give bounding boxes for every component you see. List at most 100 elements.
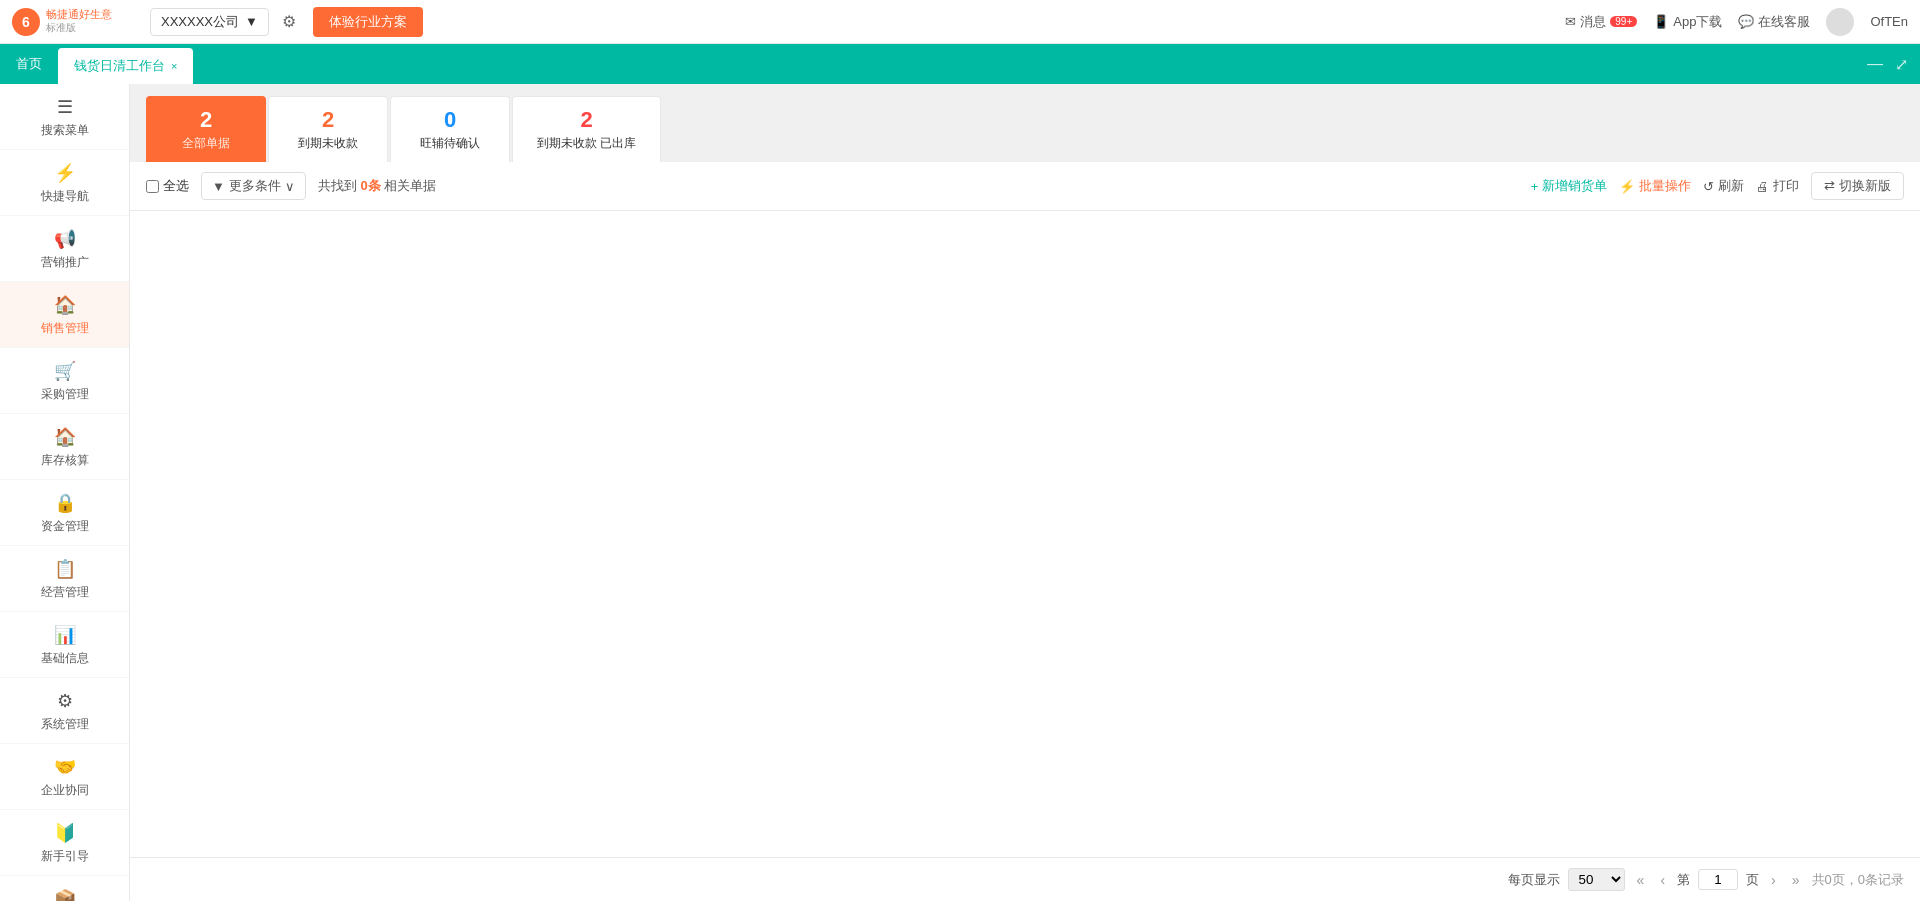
filter-label: 更多条件	[229, 177, 281, 195]
sidebar-item-label-basic-info: 基础信息	[41, 650, 89, 667]
add-order-button[interactable]: + 新增销货单	[1531, 177, 1608, 195]
sidebar-item-app-center[interactable]: 📦 应用中心	[0, 876, 129, 901]
trial-button[interactable]: 体验行业方案	[313, 7, 423, 37]
sidebar-item-operations[interactable]: 📋 经营管理	[0, 546, 129, 612]
stats-label-overdue: 到期未收款	[293, 135, 363, 152]
sidebar-item-label-funds: 资金管理	[41, 518, 89, 535]
company-name: XXXXXX公司	[161, 13, 239, 31]
sidebar-item-marketing[interactable]: 📢 营销推广	[0, 216, 129, 282]
dropdown-icon: ▼	[245, 14, 258, 29]
page-label: 第	[1677, 871, 1690, 889]
switch-label: 切换新版	[1839, 178, 1891, 193]
header-right: ✉ 消息 99+ 📱 App下载 💬 在线客服 OfTEn	[1565, 8, 1908, 36]
sidebar-item-enterprise[interactable]: 🤝 企业协同	[0, 744, 129, 810]
sidebar-item-search-menu[interactable]: ☰ 搜索菜单	[0, 84, 129, 150]
logo-area: 6 畅捷通好生意 标准版	[12, 8, 142, 36]
last-page-button[interactable]: »	[1788, 870, 1804, 890]
app-center-icon: 📦	[54, 888, 76, 901]
company-selector[interactable]: XXXXXX公司 ▼	[150, 8, 269, 36]
user-name: OfTEn	[1870, 14, 1908, 29]
found-count: 0条	[361, 178, 385, 193]
stats-tab-overdue[interactable]: 2 到期未收款	[268, 96, 388, 162]
sidebar-item-label-inventory: 库存核算	[41, 452, 89, 469]
print-label: 打印	[1773, 177, 1799, 195]
table-footer: 每页显示 50 20 100 « ‹ 第 页 › » 共0页，0条记录	[130, 857, 1920, 901]
select-all-checkbox[interactable]: 全选	[146, 177, 189, 195]
sidebar-item-label-guide: 新手引导	[41, 848, 89, 865]
message-button[interactable]: ✉ 消息 99+	[1565, 13, 1637, 31]
total-info: 共0页，0条记录	[1812, 871, 1904, 889]
filter-button[interactable]: ▼ 更多条件 ∨	[201, 172, 306, 200]
sidebar-item-quick-nav[interactable]: ⚡ 快捷导航	[0, 150, 129, 216]
switch-icon: ⇄	[1824, 178, 1835, 193]
refresh-icon: ↺	[1703, 179, 1714, 194]
message-badge: 99+	[1610, 16, 1637, 27]
per-page-label: 每页显示	[1508, 871, 1560, 889]
sidebar-item-label-operations: 经营管理	[41, 584, 89, 601]
prev-page-button[interactable]: ‹	[1656, 870, 1669, 890]
batch-operation-button[interactable]: ⚡ 批量操作	[1619, 177, 1691, 195]
operations-icon: 📋	[54, 558, 76, 580]
sidebar-item-label-enterprise: 企业协同	[41, 782, 89, 799]
download-icon: 📱	[1653, 14, 1669, 29]
found-prefix: 共找到	[318, 178, 357, 193]
sidebar-item-purchase[interactable]: 🛒 采购管理	[0, 348, 129, 414]
refresh-label: 刷新	[1718, 177, 1744, 195]
tab-actions: — ⤢	[1855, 55, 1920, 74]
app-name: 畅捷通好生意	[46, 8, 112, 21]
sidebar-item-label-purchase: 采购管理	[41, 386, 89, 403]
tab-home[interactable]: 首页	[0, 44, 58, 84]
marketing-icon: 📢	[54, 228, 76, 250]
tab-active[interactable]: 钱货日清工作台 ×	[58, 48, 193, 84]
sidebar-item-guide[interactable]: 🔰 新手引导	[0, 810, 129, 876]
found-text: 共找到 0条 相关单据	[318, 177, 436, 195]
online-service-button[interactable]: 💬 在线客服	[1738, 13, 1810, 31]
stats-tab-all[interactable]: 2 全部单据	[146, 96, 266, 162]
settings-button[interactable]: ⚙	[275, 8, 303, 36]
tab-minimize-button[interactable]: —	[1867, 55, 1883, 74]
stats-tabs: 2 全部单据 2 到期未收款 0 旺辅待确认 2 到期未收款 已出库	[130, 84, 1920, 162]
main-layout: ☰ 搜索菜单 ⚡ 快捷导航 📢 营销推广 🏠 销售管理 🛒 采购管理 🏠 库存核…	[0, 84, 1920, 901]
select-all-label: 全选	[163, 177, 189, 195]
app-download-button[interactable]: 📱 App下载	[1653, 13, 1722, 31]
refresh-button[interactable]: ↺ 刷新	[1703, 177, 1744, 195]
tab-close-button[interactable]: ×	[171, 60, 177, 72]
print-button[interactable]: 🖨 打印	[1756, 177, 1799, 195]
tab-active-label: 钱货日清工作台	[74, 57, 165, 75]
select-all-input[interactable]	[146, 180, 159, 193]
sidebar-item-inventory[interactable]: 🏠 库存核算	[0, 414, 129, 480]
page-input[interactable]	[1698, 869, 1738, 890]
inventory-icon: 🏠	[54, 426, 76, 448]
top-header: 6 畅捷通好生意 标准版 XXXXXX公司 ▼ ⚙ 体验行业方案 ✉ 消息 99…	[0, 0, 1920, 44]
app-download-label: App下载	[1673, 13, 1722, 31]
per-page-select[interactable]: 50 20 100	[1568, 868, 1625, 891]
sidebar-item-system[interactable]: ⚙ 系统管理	[0, 678, 129, 744]
stats-count-overdue: 2	[293, 107, 363, 133]
sidebar-item-sales[interactable]: 🏠 销售管理	[0, 282, 129, 348]
enterprise-icon: 🤝	[54, 756, 76, 778]
filter-arrow-icon: ∨	[285, 179, 295, 194]
system-icon: ⚙	[57, 690, 73, 712]
funds-icon: 🔒	[54, 492, 76, 514]
stats-count-all: 2	[171, 107, 241, 133]
sidebar-item-label-search-menu: 搜索菜单	[41, 122, 89, 139]
next-page-button[interactable]: ›	[1767, 870, 1780, 890]
filter-icon: ▼	[212, 179, 225, 194]
table-content-area	[130, 211, 1920, 857]
batch-icon: ⚡	[1619, 179, 1635, 194]
stats-tab-overdue-out[interactable]: 2 到期未收款 已出库	[512, 96, 661, 162]
app-logo: 6	[12, 8, 40, 36]
search-menu-icon: ☰	[57, 96, 73, 118]
stats-label-all: 全部单据	[171, 135, 241, 152]
basic-info-icon: 📊	[54, 624, 76, 646]
switch-version-button[interactable]: ⇄ 切换新版	[1811, 172, 1904, 200]
sidebar-item-funds[interactable]: 🔒 资金管理	[0, 480, 129, 546]
avatar[interactable]	[1826, 8, 1854, 36]
first-page-button[interactable]: «	[1633, 870, 1649, 890]
stats-label-pending: 旺辅待确认	[415, 135, 485, 152]
add-order-label: 新增销货单	[1542, 177, 1607, 195]
stats-tab-pending[interactable]: 0 旺辅待确认	[390, 96, 510, 162]
service-icon: 💬	[1738, 14, 1754, 29]
sidebar-item-basic-info[interactable]: 📊 基础信息	[0, 612, 129, 678]
tab-maximize-button[interactable]: ⤢	[1895, 55, 1908, 74]
